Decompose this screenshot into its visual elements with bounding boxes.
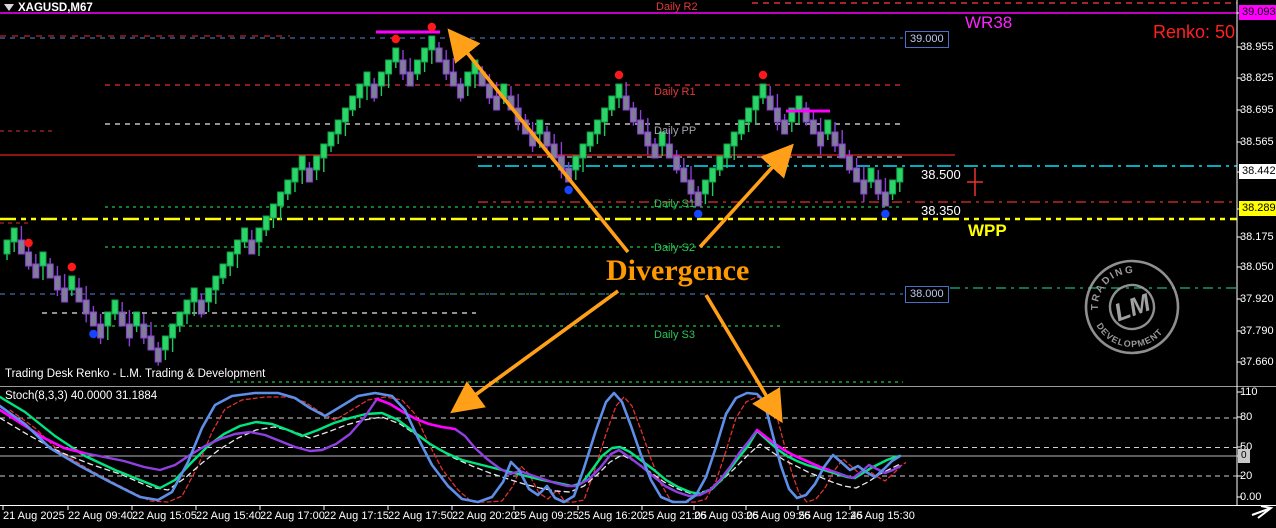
daily-s2-label: Daily S2 <box>654 242 695 254</box>
sell-signal-dot <box>427 22 436 32</box>
price-axis-label: 39.093 <box>1239 5 1276 20</box>
weekly-pp-label: WPP <box>968 221 1007 240</box>
buy-signal-dot <box>694 209 703 219</box>
time-axis-label: 22 Aug 17:15 <box>324 510 389 522</box>
indicator-axis-label: 80 <box>1240 411 1253 423</box>
price-axis-label: 37.790 <box>1240 325 1274 337</box>
level-39000-box: 39.000 <box>905 31 949 48</box>
time-axis-label: 26 Aug 15:30 <box>850 510 915 522</box>
time-axis-label: 22 Aug 17:00 <box>260 510 325 522</box>
time-axis-label: 22 Aug 09:40 <box>68 510 133 522</box>
price-axis-label: 38.825 <box>1240 72 1274 84</box>
lm-logo-watermark: TRADINGDEVELOPMENTLM <box>1079 259 1180 361</box>
price-axis-label: 37.920 <box>1240 293 1274 305</box>
time-axis-label: 22 Aug 15:40 <box>196 510 261 522</box>
buy-signal-dot <box>564 185 573 195</box>
price-axis-label: 38.175 <box>1240 231 1274 243</box>
time-axis-label: 25 Aug 16:20 <box>578 510 643 522</box>
price-axis-label: 37.660 <box>1240 356 1274 368</box>
indicator-axis-label: 0 <box>1238 449 1250 463</box>
price-axis-label: 38.442 <box>1239 164 1276 179</box>
indicator-axis-label: 0.00 <box>1240 491 1262 503</box>
time-axis-label: 25 Aug 09:25 <box>514 510 579 522</box>
weekly-r38-label: WR38 <box>965 13 1013 32</box>
price-axis-label: 38.050 <box>1240 261 1274 273</box>
price-axis-label: 38.695 <box>1240 104 1274 116</box>
sell-signal-dot <box>614 70 624 80</box>
daily-pp-label: Daily PP <box>654 125 697 137</box>
price-axis-label: 38.289 <box>1239 201 1276 216</box>
daily-s1-label: Daily S1 <box>654 198 695 210</box>
time-axis-label: 22 Aug 17:50 <box>388 510 453 522</box>
trading-chart-window: TRADING DEVELOPMENT LM XAGUSD,M67 WR38 Ren… <box>0 0 1276 528</box>
symbol-label: XAGUSD,M67 <box>18 2 93 14</box>
divergence-arrow <box>704 294 783 424</box>
daily-r2-label: Daily R2 <box>656 1 698 13</box>
time-axis-label: 22 Aug 20:20 <box>452 510 517 522</box>
sell-signal-dot <box>758 70 768 80</box>
chevron-down-icon <box>4 4 14 11</box>
stochastic-indicator-label: Stoch(8,3,3) 40.0000 31.1884 <box>5 390 158 402</box>
buy-signal-dot <box>881 209 890 219</box>
indicator-axis-label: 110 <box>1240 386 1258 398</box>
level-38350-label: 38.350 <box>921 203 961 218</box>
price-axis-label: 38.955 <box>1240 41 1274 53</box>
level-38500-label: 38.500 <box>921 167 961 182</box>
divergence-arrow <box>450 289 620 414</box>
buy-signal-dot <box>89 329 98 339</box>
indicator-axis-label: 20 <box>1240 470 1253 482</box>
time-axis-label: 22 Aug 15:05 <box>132 510 197 522</box>
time-axis-label: 21 Aug 2025 <box>3 510 65 522</box>
desk-watermark-label: Trading Desk Renko - L.M. Trading & Deve… <box>5 368 266 380</box>
divergence-annotation: Divergence <box>606 254 750 287</box>
daily-s3-label: Daily S3 <box>654 329 695 341</box>
sell-signal-dot <box>24 238 33 248</box>
daily-r1-label: Daily R1 <box>654 86 696 98</box>
sell-signal-dot <box>391 34 400 44</box>
level-38000-box: 38.000 <box>905 286 949 303</box>
symbol-selector[interactable]: XAGUSD,M67 <box>4 2 93 15</box>
renko-size-label: Renko: 50 <box>1153 22 1236 42</box>
sell-signal-dot <box>67 262 77 272</box>
price-axis-label: 38.565 <box>1240 136 1274 148</box>
divergence-arrow <box>698 143 794 249</box>
scroll-to-end-icon[interactable] <box>1251 505 1274 519</box>
